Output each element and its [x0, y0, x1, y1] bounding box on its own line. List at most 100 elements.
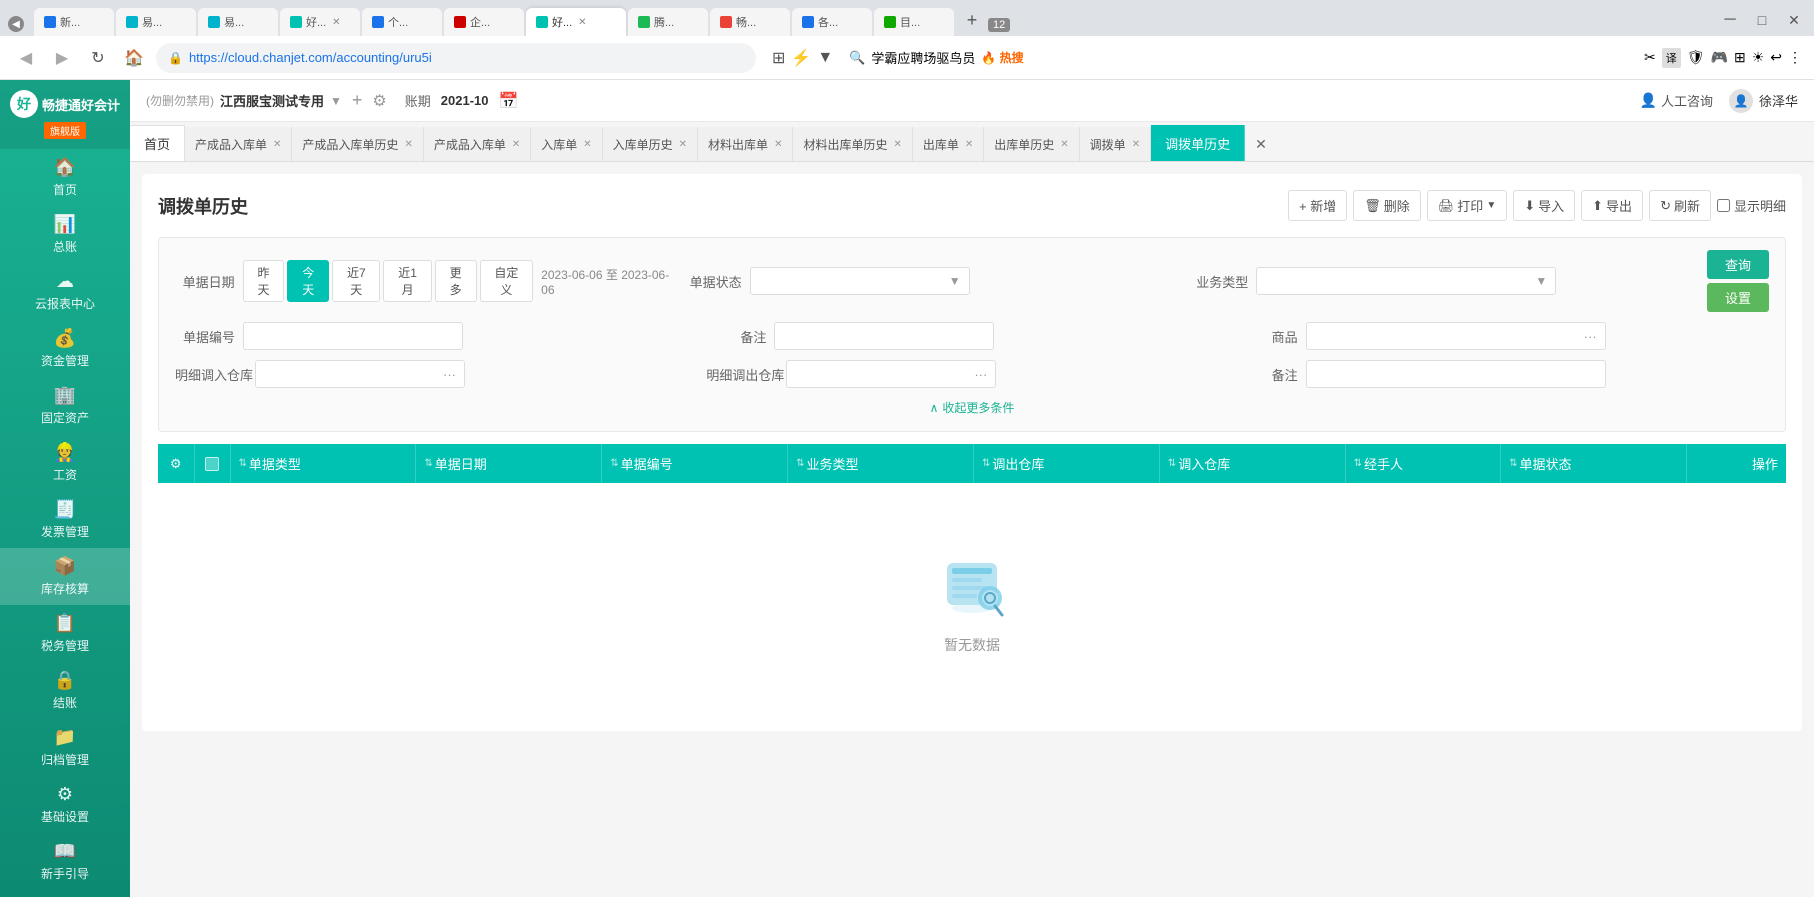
settings-gear-icon[interactable]: ⚙ [372, 91, 386, 111]
date-custom-btn[interactable]: 自定义 [480, 260, 534, 302]
new-tab-btn[interactable]: + [960, 8, 984, 32]
print-btn[interactable]: 🖨 打印 ▼ [1427, 190, 1507, 221]
tab-out-history-close[interactable]: ✕ [1060, 139, 1068, 150]
sidebar-item-archive[interactable]: 📁 归档管理 [0, 719, 130, 776]
tab-in-history[interactable]: 入库单历史 ✕ [603, 127, 698, 161]
sidebar-item-guide[interactable]: 📖 新手引导 [0, 833, 130, 890]
tab-out-order[interactable]: 出库单 ✕ [913, 127, 984, 161]
tab-6[interactable]: 企... [444, 8, 524, 36]
new-btn[interactable]: + 新增 [1288, 190, 1347, 221]
sidebar-item-inventory[interactable]: 📦 库存核算 [0, 548, 130, 605]
date-more-btn[interactable]: 更多 [435, 260, 477, 302]
tab-in-order[interactable]: 入库单 ✕ [531, 127, 602, 161]
tab-7-close[interactable]: ✕ [578, 17, 586, 28]
shield-ext-icon[interactable]: 🛡 [1687, 49, 1705, 66]
detail-remark-input[interactable] [1306, 360, 1606, 388]
brightness-icon[interactable]: ☀ [1752, 49, 1765, 66]
remark-input[interactable] [774, 322, 994, 350]
game-icon[interactable]: 🎮 [1711, 49, 1728, 66]
biztype-select[interactable]: ▼ [1256, 267, 1556, 295]
scissors-icon[interactable]: ✂ [1644, 49, 1656, 66]
th-type[interactable]: ⇅ 单据类型 [230, 444, 416, 483]
home-btn[interactable]: 🏠 [120, 44, 148, 72]
sidebar-item-settings[interactable]: ⚙ 基础设置 [0, 776, 130, 833]
export-btn[interactable]: ⬆ 导出 [1581, 190, 1643, 221]
set-btn[interactable]: 设置 [1707, 283, 1769, 312]
tab-transfer-close[interactable]: ✕ [1132, 139, 1140, 150]
collapse-btn[interactable]: ∧ 收起更多条件 [922, 396, 1023, 419]
delete-btn[interactable]: 🗑 删除 [1353, 190, 1421, 221]
tab-2[interactable]: 易... [116, 8, 196, 36]
add-company-btn[interactable]: + [352, 90, 363, 111]
tab-in-order-close[interactable]: ✕ [583, 139, 591, 150]
lightning-icon[interactable]: ⚡ [791, 48, 811, 68]
sidebar-item-payroll[interactable]: 👷 工资 [0, 434, 130, 491]
tab-transfer[interactable]: 调拨单 ✕ [1080, 127, 1151, 161]
tab-4-close[interactable]: ✕ [332, 17, 340, 28]
tab-3[interactable]: 易... [198, 8, 278, 36]
th-out-warehouse[interactable]: ⇅ 调出仓库 [973, 444, 1159, 483]
tab-product-in2[interactable]: 产成品入库单 ✕ [424, 127, 531, 161]
status-select[interactable]: ▼ [750, 267, 970, 295]
sidebar-item-capital[interactable]: 💰 资金管理 [0, 320, 130, 377]
query-btn[interactable]: 查询 [1707, 250, 1769, 279]
service-btn[interactable]: 👤 人工咨询 [1640, 91, 1713, 110]
minimize-btn[interactable]: ─ [1718, 8, 1742, 32]
tab-material-out-history[interactable]: 材料出库单历史 ✕ [793, 127, 912, 161]
date-1month-btn[interactable]: 近1月 [383, 260, 431, 302]
th-status[interactable]: ⇅ 单据状态 [1501, 444, 1687, 483]
date-today-btn[interactable]: 今天 [287, 260, 329, 302]
select-all-checkbox[interactable] [205, 457, 219, 471]
close-window-btn[interactable]: ✕ [1782, 8, 1806, 32]
more-icon[interactable]: ⋮ [1788, 49, 1802, 66]
grid-icon[interactable]: ⊞ [772, 48, 785, 68]
th-date[interactable]: ⇅ 单据日期 [416, 444, 602, 483]
tab-product-in-close[interactable]: ✕ [273, 139, 281, 150]
sidebar-item-reports[interactable]: ☁ 云报表中心 [0, 263, 130, 320]
goods-input[interactable]: ··· [1306, 322, 1606, 350]
sidebar-item-tax[interactable]: 📋 税务管理 [0, 605, 130, 662]
tab-product-in-history-close[interactable]: ✕ [404, 139, 412, 150]
tab-9[interactable]: 畅... [710, 8, 790, 36]
tab-transfer-history[interactable]: 调拨单历史 [1151, 125, 1245, 161]
address-bar[interactable]: 🔒 https://cloud.chanjet.com/accounting/u… [156, 43, 756, 73]
th-handler[interactable]: ⇅ 经手人 [1345, 444, 1500, 483]
dropdown-icon[interactable]: ▼ [817, 49, 833, 67]
tab-in-history-close[interactable]: ✕ [679, 139, 687, 150]
th-no[interactable]: ⇅ 单据编号 [602, 444, 788, 483]
tab-1[interactable]: 新... [34, 8, 114, 36]
forward-btn[interactable]: ▶ [48, 44, 76, 72]
sidebar-item-invoice[interactable]: 🧾 发票管理 [0, 491, 130, 548]
tab-material-out-history-close[interactable]: ✕ [893, 139, 901, 150]
detail-out-input[interactable]: ··· [786, 360, 996, 388]
tab-home[interactable]: 首页 [130, 125, 185, 161]
back-btn[interactable]: ◀ [12, 44, 40, 72]
history-back-icon[interactable]: ↩ [1770, 49, 1782, 66]
tab-out-history[interactable]: 出库单历史 ✕ [984, 127, 1079, 161]
tab-product-in2-close[interactable]: ✕ [512, 139, 520, 150]
tab-7-active[interactable]: 好... ✕ [526, 8, 626, 36]
reload-btn[interactable]: ↻ [84, 44, 112, 72]
date-yesterday-btn[interactable]: 昨天 [243, 260, 285, 302]
tab-back-btn[interactable]: ◀ [8, 16, 24, 32]
show-detail-input[interactable] [1717, 199, 1730, 212]
tab-product-in[interactable]: 产成品入库单 ✕ [185, 127, 292, 161]
tab-product-in-history[interactable]: 产成品入库单历史 ✕ [292, 127, 423, 161]
tab-8[interactable]: 腾... [628, 8, 708, 36]
layout-icon[interactable]: ⊞ [1734, 49, 1746, 66]
close-all-btn[interactable]: ✕ [1247, 127, 1275, 161]
user-area[interactable]: 👤 徐泽华 [1729, 89, 1798, 113]
tab-material-out-close[interactable]: ✕ [774, 139, 782, 150]
maximize-btn[interactable]: □ [1750, 8, 1774, 32]
th-settings[interactable]: ⚙ [158, 444, 194, 483]
th-biztype[interactable]: ⇅ 业务类型 [788, 444, 974, 483]
th-in-warehouse[interactable]: ⇅ 调入仓库 [1159, 444, 1345, 483]
tab-5[interactable]: 个... [362, 8, 442, 36]
tab-material-out[interactable]: 材料出库单 ✕ [698, 127, 793, 161]
refresh-btn[interactable]: ↻ 刷新 [1649, 190, 1711, 221]
sidebar-item-home[interactable]: 🏠 首页 [0, 149, 130, 206]
th-check[interactable] [194, 444, 230, 483]
tab-10[interactable]: 各... [792, 8, 872, 36]
show-detail-checkbox[interactable]: 显示明细 [1717, 196, 1786, 215]
calendar-icon[interactable]: 📅 [499, 91, 519, 111]
